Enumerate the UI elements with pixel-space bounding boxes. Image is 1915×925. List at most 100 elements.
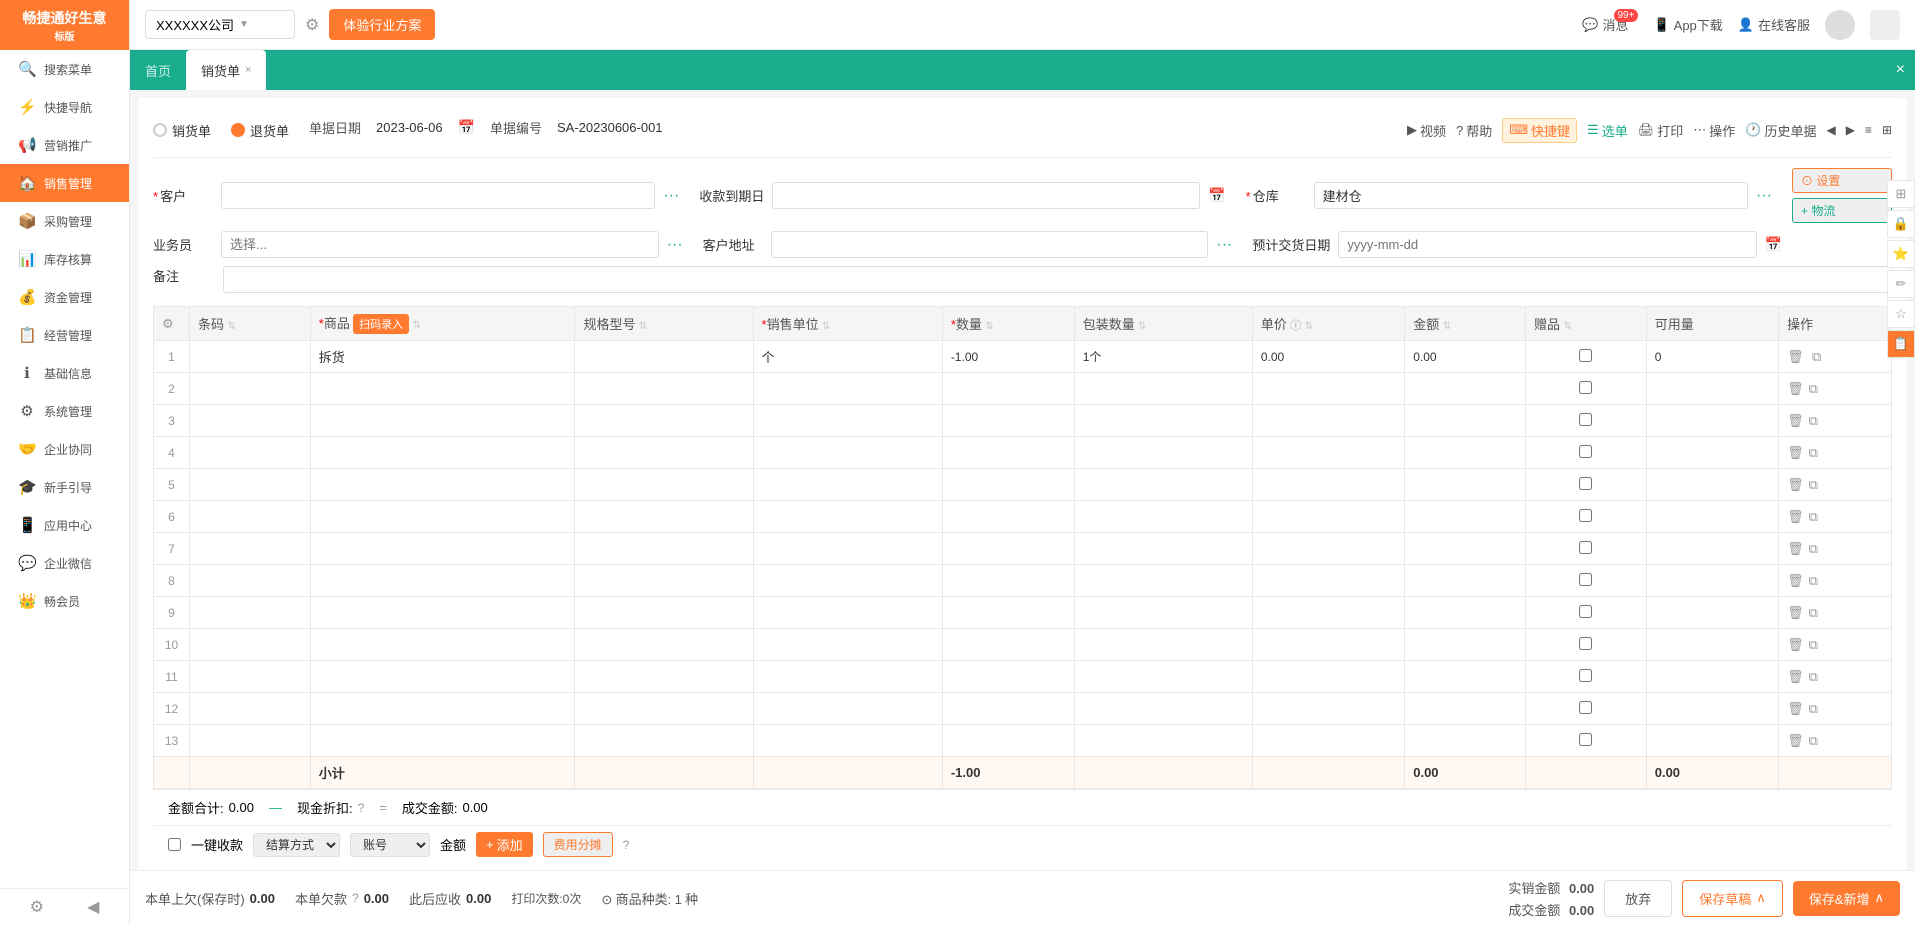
pack-sort-icon[interactable]: ⇅ [1138, 321, 1146, 332]
cell-qty[interactable] [942, 533, 1074, 565]
sidebar-item-member[interactable]: 👑 畅会员 [0, 582, 129, 620]
cell-qty[interactable] [942, 565, 1074, 597]
copy-row-icon[interactable]: ⧉ [1809, 509, 1818, 524]
cell-unit-price[interactable] [1252, 405, 1404, 437]
cell-unit-price[interactable] [1252, 533, 1404, 565]
copy-row-icon[interactable]: ⧉ [1809, 605, 1818, 620]
cell-gift[interactable] [1525, 597, 1646, 629]
gift-checkbox[interactable] [1579, 381, 1592, 394]
cell-product[interactable] [310, 469, 575, 501]
payment-account-select[interactable]: 账号 [350, 833, 430, 857]
owed-help-icon[interactable]: ? [352, 891, 359, 905]
sidebar-item-sales[interactable]: 🏠 销售管理 [0, 164, 129, 202]
spec-sort-icon[interactable]: ⇅ [639, 321, 647, 332]
sidebar-item-system[interactable]: ⚙ 系统管理 [0, 392, 129, 430]
copy-row-icon[interactable]: ⧉ [1809, 381, 1818, 396]
float-btn-2[interactable]: 🔒 [1887, 210, 1915, 238]
cell-unit[interactable] [753, 629, 942, 661]
delete-row-icon[interactable]: 🗑 [1787, 541, 1804, 556]
sidebar-item-app-center[interactable]: 📱 应用中心 [0, 506, 129, 544]
cell-product[interactable] [310, 373, 575, 405]
cell-gift[interactable] [1525, 661, 1646, 693]
list-view-btn[interactable]: ≡ [1865, 123, 1872, 137]
cell-qty[interactable] [942, 437, 1074, 469]
delete-row-icon[interactable]: 🗑 [1787, 669, 1804, 684]
delete-row-icon[interactable]: 🗑 [1787, 445, 1804, 460]
help-btn[interactable]: ? 帮助 [1456, 121, 1492, 140]
gift-checkbox[interactable] [1579, 349, 1592, 362]
cell-unit[interactable] [753, 405, 942, 437]
delete-row-icon[interactable]: 🗑 [1787, 733, 1804, 748]
sidebar-settings-btn[interactable]: ⚙ [30, 897, 44, 917]
gift-checkbox[interactable] [1579, 733, 1592, 746]
operation-btn[interactable]: ⋯ 操作 [1693, 121, 1735, 140]
remarks-input[interactable] [223, 266, 1892, 293]
cell-qty[interactable] [942, 373, 1074, 405]
cell-barcode[interactable] [190, 565, 311, 597]
cell-gift[interactable] [1525, 725, 1646, 757]
float-btn-5[interactable]: ☆ [1887, 300, 1915, 328]
cell-barcode[interactable] [190, 597, 311, 629]
tab-home[interactable]: 首页 [130, 50, 186, 90]
cell-product[interactable] [310, 725, 575, 757]
float-btn-4[interactable]: ✏ [1887, 270, 1915, 298]
cell-unit[interactable] [753, 597, 942, 629]
gift-checkbox[interactable] [1579, 445, 1592, 458]
sidebar-item-collab[interactable]: 🤝 企业协同 [0, 430, 129, 468]
gift-checkbox[interactable] [1579, 413, 1592, 426]
float-btn-3[interactable]: ⭐ [1887, 240, 1915, 268]
cell-unit[interactable] [753, 501, 942, 533]
sidebar-item-inventory[interactable]: 📊 库存核算 [0, 240, 129, 278]
delete-row-icon[interactable]: 🗑 [1787, 573, 1804, 588]
cell-unit-price[interactable] [1252, 629, 1404, 661]
sidebar-item-basic-info[interactable]: ℹ 基础信息 [0, 354, 129, 392]
copy-row-icon[interactable]: ⧉ [1809, 637, 1818, 652]
history-btn[interactable]: 🕐 历史单据 [1745, 121, 1816, 140]
cell-gift[interactable] [1525, 469, 1646, 501]
cell-qty[interactable] [942, 725, 1074, 757]
float-btn-1[interactable]: ⊞ [1887, 180, 1915, 208]
cell-barcode[interactable] [190, 469, 311, 501]
cell-gift[interactable] [1525, 533, 1646, 565]
cell-unit-price[interactable] [1252, 597, 1404, 629]
cell-product[interactable] [310, 693, 575, 725]
delete-row-icon[interactable]: 🗑 [1787, 605, 1804, 620]
cell-qty[interactable] [942, 661, 1074, 693]
cell-product[interactable] [310, 629, 575, 661]
sidebar-item-purchase[interactable]: 📦 采购管理 [0, 202, 129, 240]
sidebar-item-management[interactable]: 📋 经营管理 [0, 316, 129, 354]
cell-product[interactable] [310, 597, 575, 629]
cell-gift[interactable] [1525, 437, 1646, 469]
gift-checkbox[interactable] [1579, 541, 1592, 554]
sidebar-item-finance[interactable]: 💰 资金管理 [0, 278, 129, 316]
minus-icon[interactable]: — [269, 800, 282, 815]
copy-row-icon[interactable]: ⧉ [1809, 541, 1818, 556]
cell-unit[interactable] [753, 373, 942, 405]
unit-sort-icon[interactable]: ⇅ [822, 321, 830, 332]
cell-product[interactable] [310, 565, 575, 597]
cell-unit-price[interactable] [1252, 469, 1404, 501]
cell-qty[interactable] [942, 469, 1074, 501]
nav-next-btn[interactable]: ▶ [1846, 123, 1855, 137]
gift-checkbox[interactable] [1579, 669, 1592, 682]
cell-gift[interactable] [1525, 629, 1646, 661]
cell-qty[interactable] [942, 501, 1074, 533]
print-btn[interactable]: 🖨 打印 [1638, 121, 1684, 140]
cell-spec[interactable] [575, 565, 753, 597]
delete-row-icon[interactable]: 🗑 [1787, 413, 1804, 428]
radio-sales-order[interactable]: 销货单 [153, 121, 211, 140]
scan-button[interactable]: 扫码录入 [353, 314, 409, 334]
cell-barcode[interactable] [190, 341, 311, 373]
gift-checkbox[interactable] [1579, 477, 1592, 490]
cell-spec[interactable] [575, 725, 753, 757]
copy-row-icon[interactable]: ⧉ [1809, 733, 1818, 748]
save-new-button[interactable]: 保存&新增 ∧ [1793, 881, 1900, 916]
sidebar-collapse-btn[interactable]: ◀ [87, 897, 99, 917]
user-menu-btn[interactable] [1870, 10, 1900, 40]
customer-addr-more-icon[interactable]: ··· [1216, 236, 1232, 254]
cell-unit-price[interactable] [1252, 725, 1404, 757]
date-calendar-icon[interactable]: 📅 [458, 119, 475, 136]
salesperson-input[interactable] [221, 231, 659, 258]
delete-row-icon[interactable]: 🗑 [1787, 381, 1804, 396]
cell-spec[interactable] [575, 533, 753, 565]
